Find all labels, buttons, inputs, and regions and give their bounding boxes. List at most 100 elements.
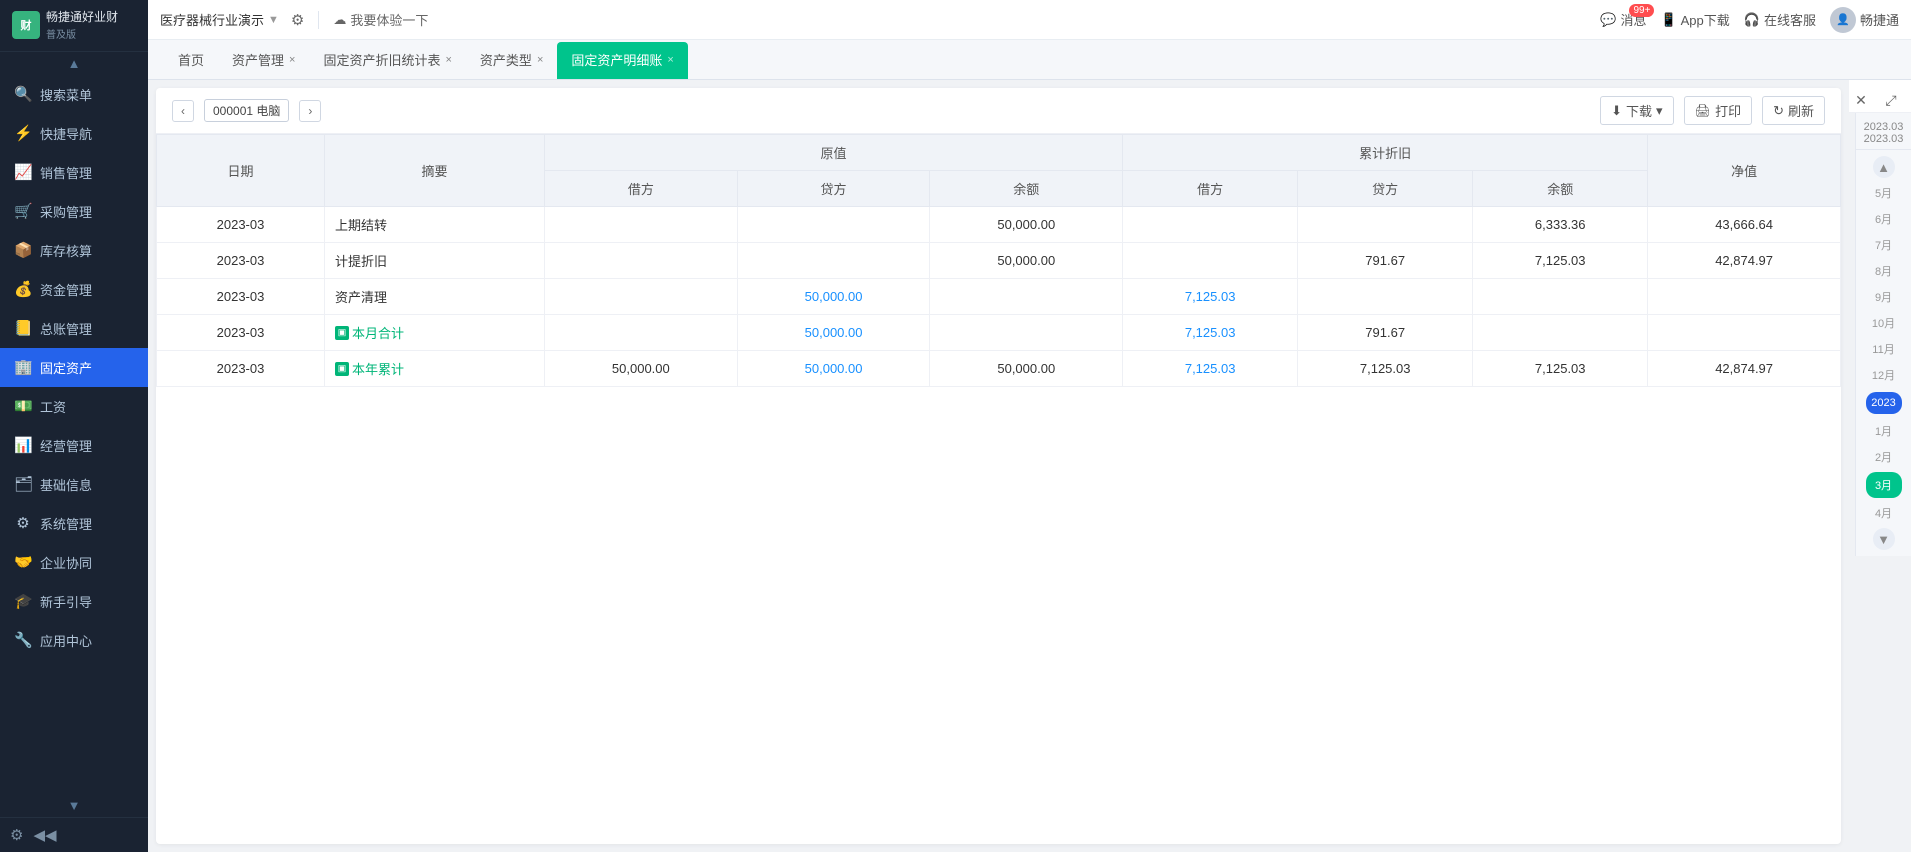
- timeline-month-5[interactable]: 5月: [1856, 180, 1911, 206]
- message-button[interactable]: 💬 消息 99+: [1600, 10, 1646, 29]
- timeline-month-11[interactable]: 11月: [1856, 336, 1911, 362]
- company-selector[interactable]: 医疗器械行业演示 ▼: [160, 10, 279, 29]
- settings-icon[interactable]: ⚙: [10, 826, 23, 844]
- tab-asset-type[interactable]: 资产类型 ×: [466, 42, 557, 79]
- cell-summary: 资产清理: [324, 279, 544, 315]
- main-content: 医疗器械行业演示 ▼ ⚙ ☁ 我要体验一下 💬 消息 99+ 📱 App下载 🎧…: [148, 0, 1911, 852]
- close-icon[interactable]: ×: [289, 54, 295, 66]
- phone-icon: 📱: [1660, 12, 1676, 28]
- close-icon[interactable]: ×: [667, 54, 673, 66]
- cell-accum-debit: 7,125.03: [1123, 315, 1298, 351]
- sidebar-item-guide[interactable]: 🎓 新手引导: [0, 582, 148, 621]
- sales-icon: 📈: [14, 163, 32, 181]
- close-icon[interactable]: ×: [445, 54, 451, 66]
- guide-icon: 🎓: [14, 592, 32, 610]
- cell-orig-debit: [544, 243, 737, 279]
- refresh-button[interactable]: ↻ 刷新: [1762, 96, 1825, 125]
- table-container: 日期 摘要 原值 累计折旧 净值 借方 贷方 余额 借方 贷方 余额: [156, 134, 1841, 844]
- cell-orig-credit: 50,000.00: [737, 279, 930, 315]
- divider: [318, 11, 319, 29]
- user-avatar-button[interactable]: 👤 畅捷通: [1830, 7, 1899, 33]
- timeline-month-2[interactable]: 2月: [1856, 444, 1911, 470]
- sidebar-item-finance[interactable]: 💰 资金管理: [0, 270, 148, 309]
- timeline-down-button[interactable]: ▼: [1873, 528, 1895, 550]
- th-accum-balance: 余额: [1473, 171, 1648, 207]
- tab-asset-detail[interactable]: 固定资产明细账 ×: [557, 42, 687, 79]
- tab-depreciation-stats[interactable]: 固定资产折旧统计表 ×: [309, 42, 465, 79]
- scroll-up-button[interactable]: ▲: [0, 52, 148, 75]
- asset-code-badge: 000001 电脑: [204, 99, 289, 122]
- cell-date: 2023-03: [157, 207, 325, 243]
- timeline-month-4[interactable]: 4月: [1856, 500, 1911, 526]
- sidebar-item-label: 搜索菜单: [40, 85, 92, 104]
- tab-depreciation-stats-label: 固定资产折旧统计表: [323, 50, 440, 69]
- main-panel: ‹ 000001 电脑 › ⬇ 下载 ▾ 🖨 打印 ↻ 刷新: [156, 88, 1841, 844]
- timeline-month-12[interactable]: 12月: [1856, 362, 1911, 388]
- cell-net-value: 42,874.97: [1648, 243, 1841, 279]
- timeline-month-10[interactable]: 10月: [1856, 310, 1911, 336]
- cell-orig-credit: 50,000.00: [737, 315, 930, 351]
- sidebar-nav: 🔍 搜索菜单 ⚡ 快捷导航 📈 销售管理 🛒 采购管理 📦 库存核算 💰 资金管…: [0, 75, 148, 794]
- sidebar-item-apps[interactable]: 🔧 应用中心: [0, 621, 148, 660]
- cell-summary: 上期结转: [324, 207, 544, 243]
- cell-accum-balance: 7,125.03: [1473, 243, 1648, 279]
- timeline-year-badge[interactable]: 2023: [1866, 392, 1902, 414]
- table-row: 2023-03 上期结转 50,000.00 6,333.36 43,666.6…: [157, 207, 1841, 243]
- close-panel-button[interactable]: ✕: [1849, 88, 1873, 112]
- sidebar-item-coop[interactable]: 🤝 企业协同: [0, 543, 148, 582]
- download-button[interactable]: ⬇ 下载 ▾: [1600, 96, 1673, 125]
- cell-orig-debit: [544, 207, 737, 243]
- cell-accum-balance: [1473, 279, 1648, 315]
- panel-toolbar: ‹ 000001 电脑 › ⬇ 下载 ▾ 🖨 打印 ↻ 刷新: [156, 88, 1841, 134]
- tab-home[interactable]: 首页: [164, 42, 218, 79]
- experience-button[interactable]: ☁ 我要体验一下: [333, 10, 428, 29]
- sidebar-item-label: 应用中心: [40, 631, 92, 650]
- table-row: 2023-03 ▣本月合计 50,000.00 7,125.03 791.67: [157, 315, 1841, 351]
- timeline-month-9[interactable]: 9月: [1856, 284, 1911, 310]
- salary-icon: 💵: [14, 397, 32, 415]
- finance-icon: 💰: [14, 280, 32, 298]
- gear-icon[interactable]: ⚙: [291, 11, 304, 29]
- sidebar-item-inventory[interactable]: 📦 库存核算: [0, 231, 148, 270]
- collapse-icon[interactable]: ◀◀: [33, 826, 56, 844]
- sidebar-item-basic[interactable]: 🗂 基础信息: [0, 465, 148, 504]
- maximize-panel-button[interactable]: ⤢: [1879, 88, 1903, 112]
- sidebar-item-sales[interactable]: 📈 销售管理: [0, 153, 148, 192]
- scroll-down-button[interactable]: ▼: [0, 794, 148, 817]
- timeline-month-1[interactable]: 1月: [1856, 418, 1911, 444]
- close-icon[interactable]: ×: [537, 54, 543, 66]
- sidebar-item-fixed[interactable]: 🏢 固定资产: [0, 348, 148, 387]
- sidebar-item-salary[interactable]: 💵 工资: [0, 387, 148, 426]
- service-button[interactable]: 🎧 在线客服: [1744, 10, 1816, 29]
- sidebar-item-ledger[interactable]: 📒 总账管理: [0, 309, 148, 348]
- app-download-button[interactable]: 📱 App下载: [1660, 10, 1729, 29]
- sidebar-item-search[interactable]: 🔍 搜索菜单: [0, 75, 148, 114]
- nav-prev-button[interactable]: ‹: [172, 100, 194, 122]
- timeline-month-3[interactable]: 3月: [1866, 472, 1902, 498]
- th-accumulated-depreciation: 累计折旧: [1123, 135, 1648, 171]
- nav-next-button[interactable]: ›: [299, 100, 321, 122]
- sidebar-item-operation[interactable]: 📊 经营管理: [0, 426, 148, 465]
- tab-asset-mgmt[interactable]: 资产管理 ×: [218, 42, 309, 79]
- timeline-month-8[interactable]: 8月: [1856, 258, 1911, 284]
- sidebar-item-label: 工资: [40, 397, 66, 416]
- chevron-down-icon: ▾: [1656, 103, 1663, 119]
- sidebar-item-label: 采购管理: [40, 202, 92, 221]
- apps-icon: 🔧: [14, 631, 32, 649]
- sidebar-item-system[interactable]: ⚙ 系统管理: [0, 504, 148, 543]
- cell-orig-debit: [544, 315, 737, 351]
- table-row: 2023-03 计提折旧 50,000.00 791.67 7,125.03 4…: [157, 243, 1841, 279]
- sidebar-item-purchase[interactable]: 🛒 采购管理: [0, 192, 148, 231]
- sidebar-item-quicknav[interactable]: ⚡ 快捷导航: [0, 114, 148, 153]
- tab-home-label: 首页: [178, 50, 204, 69]
- timeline-month-7[interactable]: 7月: [1856, 232, 1911, 258]
- print-button[interactable]: 🖨 打印: [1684, 96, 1753, 125]
- timeline-up-button[interactable]: ▲: [1873, 156, 1895, 178]
- tabs-bar: 首页 资产管理 × 固定资产折旧统计表 × 资产类型 × 固定资产明细账 ×: [148, 40, 1911, 80]
- cell-orig-debit: [544, 279, 737, 315]
- app-label: App下载: [1681, 10, 1730, 29]
- timeline-month-6[interactable]: 6月: [1856, 206, 1911, 232]
- tab-asset-mgmt-label: 资产管理: [232, 50, 284, 69]
- ledger-icon: 📒: [14, 319, 32, 337]
- cell-accum-debit: 7,125.03: [1123, 279, 1298, 315]
